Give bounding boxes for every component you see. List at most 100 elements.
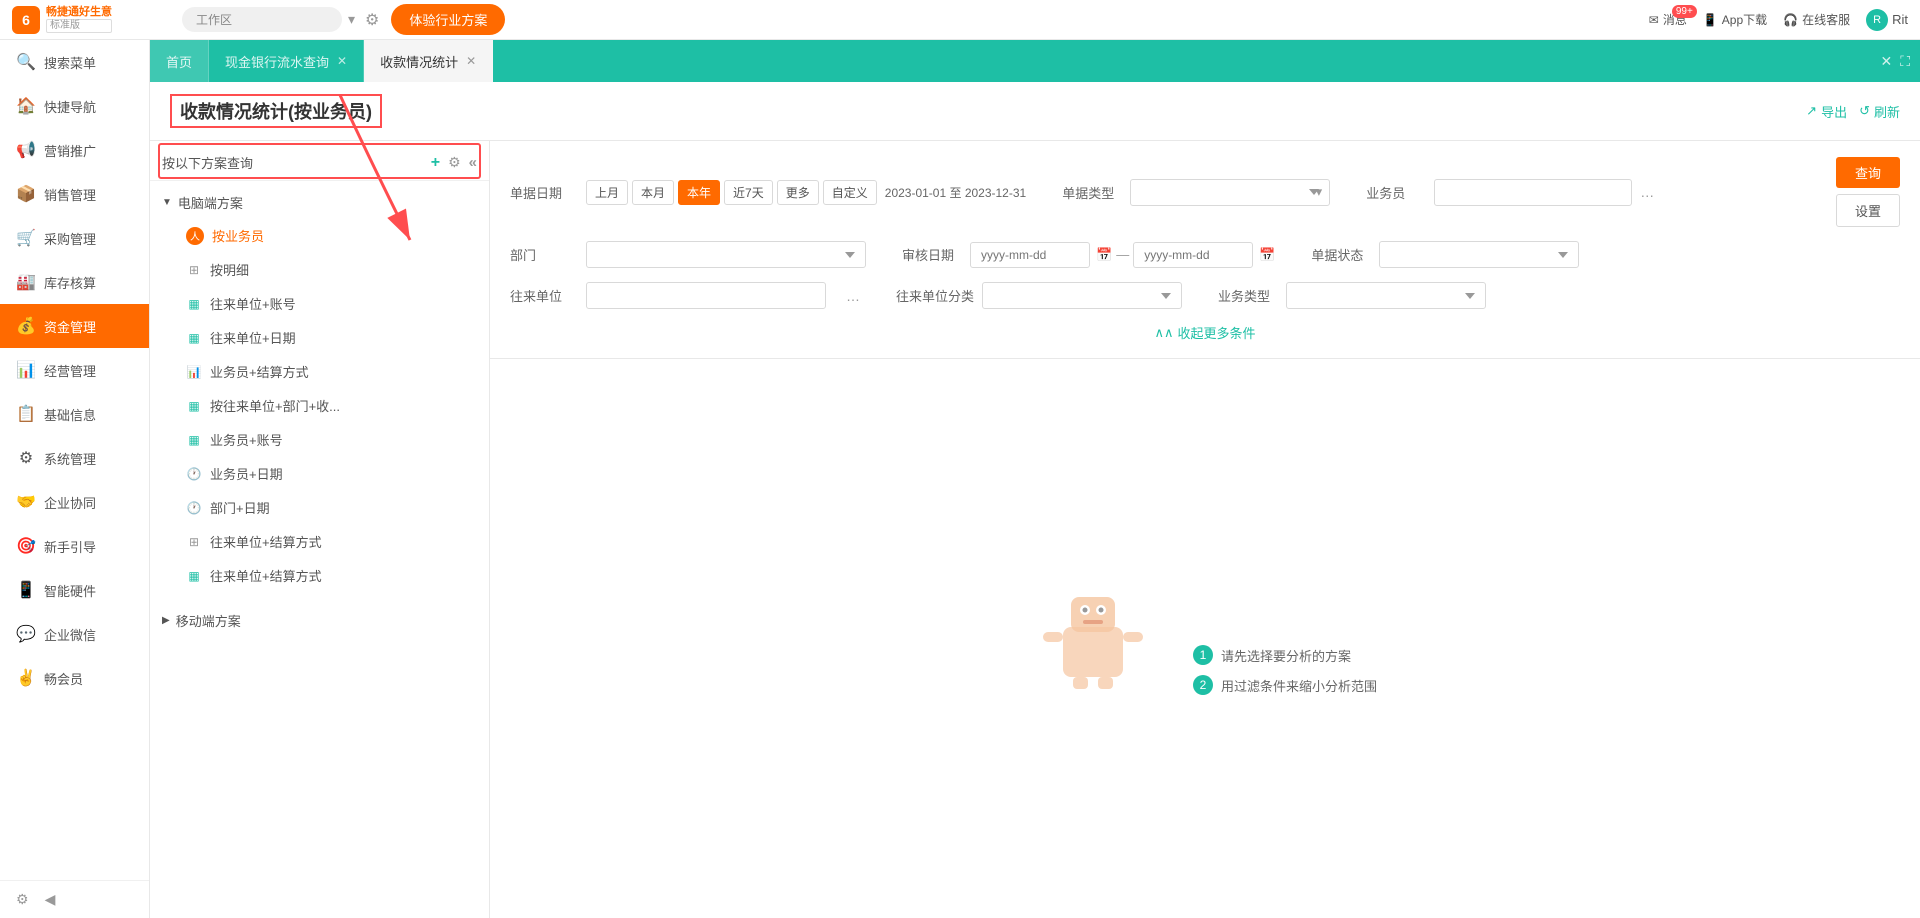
scheme-mobile-group-title[interactable]: ▶ 移动端方案	[150, 605, 489, 636]
by-detail-icon: ⊞	[186, 262, 202, 278]
counterparty-cat-filter: 往来单位分类	[896, 282, 1182, 309]
service-icon: 🎧	[1783, 13, 1798, 27]
scheme-item-by-salesperson[interactable]: 人 按业务员	[178, 219, 485, 252]
export-btn[interactable]: ↗ 导出	[1806, 102, 1847, 121]
tab-bank-flow[interactable]: 现金银行流水查询 ✕	[209, 40, 364, 82]
scheme-item-counterparty-settlement[interactable]: ⊞ 往来单位+结算方式	[178, 525, 485, 558]
tab-bank-flow-close[interactable]: ✕	[337, 54, 347, 68]
sidebar-item-system[interactable]: ⚙ 系统管理	[0, 436, 149, 480]
counterparty-input[interactable]	[586, 282, 826, 309]
sidebar: 🔍 搜索菜单 🏠 快捷导航 📢 营销推广 📦 销售管理 🛒 采购管理 🏭 库存核…	[0, 40, 150, 918]
sidebar-bottom: ⚙ ◀	[0, 880, 149, 918]
filter-panel: 单据日期 上月 本月 本年 近7天 更多 自定义 2023-01-01 至 20…	[490, 141, 1920, 359]
counterparty-date-icon: ▦	[186, 330, 202, 346]
tab-receipt-stats[interactable]: 收款情况统计 ✕	[364, 40, 493, 82]
tab-home[interactable]: 首页	[150, 40, 209, 82]
review-date-sep: —	[1116, 247, 1129, 262]
app-download-btn[interactable]: 📱 App下载	[1703, 11, 1767, 28]
window-close-btn[interactable]: ✕	[1880, 53, 1892, 70]
date-this-year-btn[interactable]: 本年	[678, 180, 720, 205]
trial-btn[interactable]: 体验行业方案	[391, 4, 505, 35]
scheme-add-btn[interactable]: +	[431, 154, 440, 172]
biz-type-select[interactable]	[1286, 282, 1486, 309]
counterparty-account-icon: ▦	[186, 296, 202, 312]
scheme-item-counterparty-settlement2[interactable]: ▦ 往来单位+结算方式	[178, 559, 485, 592]
member-icon: ✌	[16, 668, 36, 688]
review-date-end[interactable]	[1133, 242, 1253, 268]
collapse-btn[interactable]: ∧∧ 收起更多条件	[1154, 323, 1255, 342]
tab-bank-flow-label: 现金银行流水查询	[225, 52, 329, 71]
empty-tip-2: 2 用过滤条件来缩小分析范围	[1193, 675, 1377, 695]
edition-label: 标准版	[46, 19, 112, 33]
date-more-btn[interactable]: 更多	[777, 180, 819, 205]
workspace-dropdown-icon[interactable]: ▾	[348, 11, 355, 28]
doc-type-filter: 单据类型 ▾	[1062, 179, 1330, 206]
scheme-item-salesperson-date[interactable]: 🕐 业务员+日期	[178, 457, 485, 490]
sidebar-item-wechat[interactable]: 💬 企业微信	[0, 612, 149, 656]
sidebar-item-marketing[interactable]: 📢 营销推广	[0, 128, 149, 172]
scheme-item-dept-date[interactable]: 🕐 部门+日期	[178, 491, 485, 524]
sales-icon: 📦	[16, 184, 36, 204]
sidebar-item-business[interactable]: 📊 经营管理	[0, 348, 149, 392]
empty-illustration: 1 请先选择要分析的方案 2 用过滤条件来缩小分析范围	[1033, 582, 1377, 695]
sidebar-item-search-menu[interactable]: 🔍 搜索菜单	[0, 40, 149, 84]
counterparty-cat-select[interactable]	[982, 282, 1182, 309]
tab-bar: 首页 现金银行流水查询 ✕ 收款情况统计 ✕ ✕ ⛶	[150, 40, 1920, 82]
scheme-item-salesperson-settlement[interactable]: 📊 业务员+结算方式	[178, 355, 485, 388]
salesperson-label: 业务员	[1366, 183, 1426, 202]
scheme-item-counterparty-account[interactable]: ▦ 往来单位+账号	[178, 287, 485, 320]
settings-btn[interactable]: 设置	[1836, 194, 1900, 227]
user-avatar-btn[interactable]: R Rit	[1866, 9, 1908, 31]
sidebar-settings-btn[interactable]: ⚙	[16, 891, 29, 908]
biz-type-filter: 业务类型	[1218, 282, 1486, 309]
scheme-item-by-counter-dept[interactable]: ▦ 按往来单位+部门+收...	[178, 389, 485, 422]
sidebar-item-sales[interactable]: 📦 销售管理	[0, 172, 149, 216]
sidebar-item-quick-nav[interactable]: 🏠 快捷导航	[0, 84, 149, 128]
sidebar-item-purchase[interactable]: 🛒 采购管理	[0, 216, 149, 260]
review-date-label: 审核日期	[902, 245, 962, 264]
date-custom-btn[interactable]: 自定义	[823, 180, 877, 205]
page-title-actions: ↗ 导出 ↺ 刷新	[1806, 102, 1900, 121]
message-btn[interactable]: ✉ 消息 99+	[1649, 11, 1687, 28]
scheme-item-salesperson-account[interactable]: ▦ 业务员+账号	[178, 423, 485, 456]
review-date-pair: 📅 — 📅	[970, 242, 1275, 268]
online-service-btn[interactable]: 🎧 在线客服	[1783, 11, 1850, 28]
scheme-desktop-group-title[interactable]: ▼ 电脑端方案	[150, 187, 489, 218]
sidebar-collapse-btn[interactable]: ◀	[45, 891, 56, 908]
tab-receipt-stats-close[interactable]: ✕	[466, 54, 476, 68]
query-btn[interactable]: 查询	[1836, 157, 1900, 188]
review-date-start[interactable]	[970, 242, 1090, 268]
header-settings-icon[interactable]: ⚙	[365, 10, 379, 30]
refresh-btn[interactable]: ↺ 刷新	[1859, 102, 1900, 121]
review-date-start-icon[interactable]: 📅	[1096, 247, 1112, 263]
salesperson-more-icon[interactable]: …	[1640, 184, 1654, 200]
sidebar-item-enterprise[interactable]: 🤝 企业协同	[0, 480, 149, 524]
workspace-selector[interactable]: 工作区	[182, 7, 342, 32]
doc-status-select[interactable]	[1379, 241, 1579, 268]
salesperson-date-icon: 🕐	[186, 466, 202, 482]
scheme-settings-btn[interactable]: ⚙	[448, 154, 461, 172]
enterprise-icon: 🤝	[16, 492, 36, 512]
sidebar-item-basic[interactable]: 📋 基础信息	[0, 392, 149, 436]
scheme-collapse-btn[interactable]: «	[469, 154, 477, 172]
scheme-item-by-detail[interactable]: ⊞ 按明细	[178, 253, 485, 286]
tip-num-2: 2	[1193, 675, 1213, 695]
date-prev-month-btn[interactable]: 上月	[586, 180, 628, 205]
review-date-end-icon[interactable]: 📅	[1259, 247, 1275, 263]
date-last7days-btn[interactable]: 近7天	[724, 180, 773, 205]
filter-row-1: 单据日期 上月 本月 本年 近7天 更多 自定义 2023-01-01 至 20…	[510, 157, 1900, 227]
counterparty-more-icon[interactable]: …	[846, 288, 860, 304]
scheme-item-counterparty-date[interactable]: ▦ 往来单位+日期	[178, 321, 485, 354]
sidebar-item-hardware[interactable]: 📱 智能硬件	[0, 568, 149, 612]
sidebar-item-finance[interactable]: 💰 资金管理	[0, 304, 149, 348]
salesperson-input[interactable]	[1434, 179, 1632, 206]
sidebar-item-inventory[interactable]: 🏭 库存核算	[0, 260, 149, 304]
date-this-month-btn[interactable]: 本月	[632, 180, 674, 205]
content-area: 首页 现金银行流水查询 ✕ 收款情况统计 ✕ ✕ ⛶ 收款情况统计(按业务员)	[150, 40, 1920, 918]
doc-type-select[interactable]	[1130, 179, 1330, 206]
window-maximize-btn[interactable]: ⛶	[1900, 53, 1910, 70]
sidebar-item-member[interactable]: ✌ 畅会员	[0, 656, 149, 700]
sidebar-item-guide[interactable]: 🎯 新手引导	[0, 524, 149, 568]
dept-select[interactable]	[586, 241, 866, 268]
dept-date-icon: 🕐	[186, 500, 202, 516]
